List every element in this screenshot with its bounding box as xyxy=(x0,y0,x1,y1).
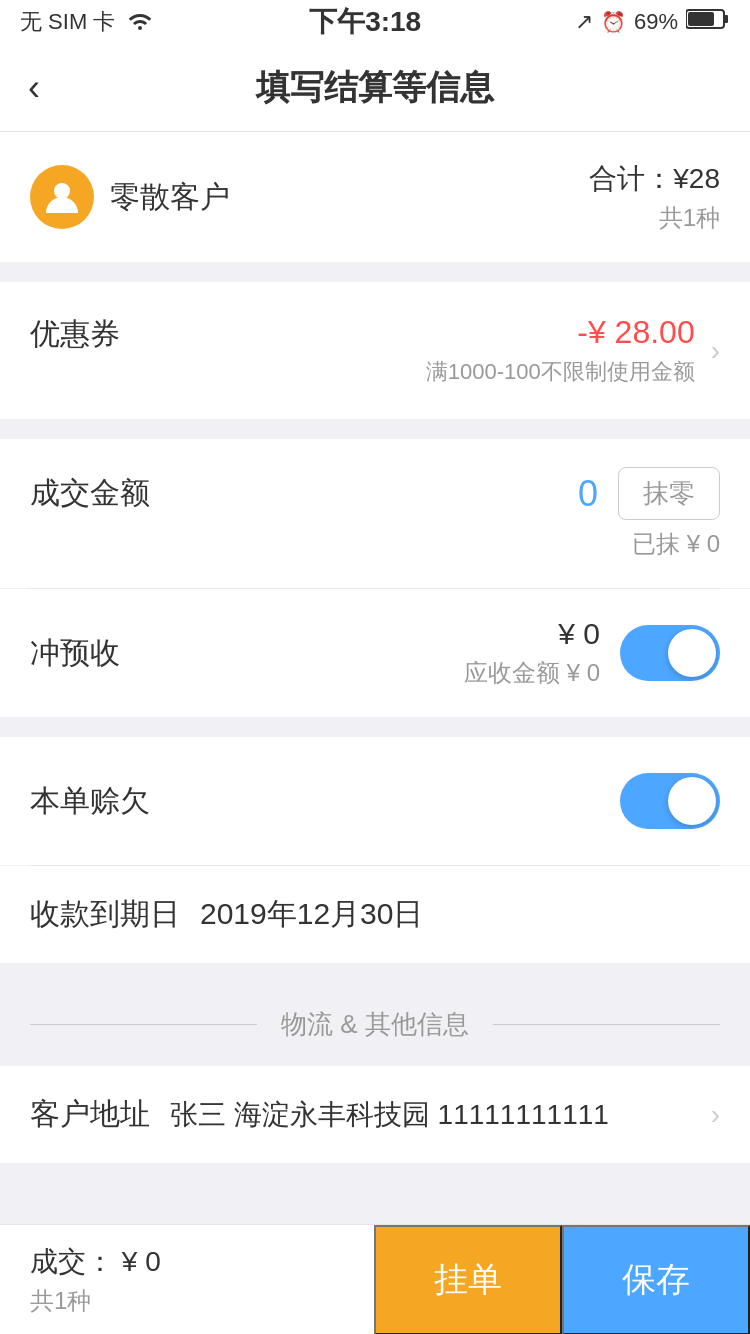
battery-icon xyxy=(686,8,730,36)
content-area: 零散客户 合计：¥28 共1种 优惠券 -¥ 28.00 满1000-100不限… xyxy=(0,132,750,1303)
prereceive-right: ¥ 0 应收金额 ¥ 0 xyxy=(464,617,720,689)
customer-count: 共1种 xyxy=(589,202,720,234)
prereceive-label: 冲预收 xyxy=(30,633,120,674)
wifi-icon xyxy=(125,8,155,36)
prereceive-amount: ¥ 0 xyxy=(464,617,600,651)
divider-1 xyxy=(0,262,750,282)
divider-3 xyxy=(0,717,750,737)
coupon-row[interactable]: 优惠券 -¥ 28.00 满1000-100不限制使用金额 › xyxy=(0,282,750,419)
nav-bar: ‹ 填写结算等信息 xyxy=(0,44,750,132)
customer-section: 零散客户 合计：¥28 共1种 xyxy=(0,132,750,262)
bottom-deal-label: 成交： xyxy=(30,1246,114,1277)
logistics-line-left xyxy=(30,1024,257,1025)
prereceive-values: ¥ 0 应收金额 ¥ 0 xyxy=(464,617,600,689)
battery-label: 69% xyxy=(634,9,678,35)
amount-row: 成交金额 0 抹零 xyxy=(30,467,720,520)
divider-4 xyxy=(0,963,750,983)
hang-order-button[interactable]: 挂单 xyxy=(374,1225,562,1335)
prereceive-sub: 应收金额 ¥ 0 xyxy=(464,657,600,689)
prereceive-toggle[interactable] xyxy=(620,625,720,681)
bottom-bar: 成交： ¥ 0 共1种 挂单 保存 xyxy=(0,1224,750,1334)
coupon-right: -¥ 28.00 满1000-100不限制使用金额 › xyxy=(426,314,720,387)
bottom-info: 成交： ¥ 0 共1种 xyxy=(0,1243,374,1317)
amount-section: 成交金额 0 抹零 已抹 ¥ 0 xyxy=(0,439,750,588)
alarm-icon: ⏰ xyxy=(601,10,626,34)
customer-total: 合计：¥28 xyxy=(589,160,720,198)
duedate-label: 收款到期日 xyxy=(30,894,180,935)
toggle-knob xyxy=(668,629,716,677)
svg-rect-2 xyxy=(688,12,714,26)
customer-avatar xyxy=(30,165,94,229)
duedate-row: 收款到期日 2019年12月30日 xyxy=(30,894,720,935)
debit-toggle-knob xyxy=(668,777,716,825)
svg-point-3 xyxy=(54,183,70,199)
address-label: 客户地址 xyxy=(30,1094,150,1135)
duedate-value: 2019年12月30日 xyxy=(200,894,423,935)
status-bar: 无 SIM 卡 下午3:18 ↗ ⏰ 69% xyxy=(0,0,750,44)
sim-label: 无 SIM 卡 xyxy=(20,7,115,37)
amount-right: 0 抹零 xyxy=(578,467,720,520)
bottom-deal-value: ¥ 0 xyxy=(122,1246,161,1277)
coupon-chevron: › xyxy=(711,335,720,367)
customer-name: 零散客户 xyxy=(110,177,230,218)
coupon-label: 优惠券 xyxy=(30,314,120,355)
logistics-header: 物流 & 其他信息 xyxy=(0,983,750,1066)
bottom-deal: 成交： ¥ 0 xyxy=(30,1243,344,1281)
divider-5 xyxy=(0,1163,750,1183)
prereceive-section: 冲预收 ¥ 0 应收金额 ¥ 0 xyxy=(0,589,750,717)
logistics-title: 物流 & 其他信息 xyxy=(257,1007,493,1042)
status-time: 下午3:18 xyxy=(309,3,421,41)
status-left: 无 SIM 卡 xyxy=(20,7,155,37)
address-value: 张三 海淀永丰科技园 11111111111 xyxy=(170,1096,691,1134)
amount-sub: 已抹 ¥ 0 xyxy=(30,528,720,560)
back-button[interactable]: ‹ xyxy=(28,67,40,109)
address-section[interactable]: 客户地址 张三 海淀永丰科技园 11111111111 › xyxy=(0,1066,750,1163)
save-button[interactable]: 保存 xyxy=(562,1225,750,1335)
bottom-count: 共1种 xyxy=(30,1285,344,1317)
round-zero-button[interactable]: 抹零 xyxy=(618,467,720,520)
amount-value: 0 xyxy=(578,473,598,515)
debit-toggle[interactable] xyxy=(620,773,720,829)
duedate-section: 收款到期日 2019年12月30日 xyxy=(0,866,750,963)
debit-label: 本单赊欠 xyxy=(30,781,150,822)
logistics-line-right xyxy=(493,1024,720,1025)
coupon-desc: 满1000-100不限制使用金额 xyxy=(426,357,695,387)
divider-2 xyxy=(0,419,750,439)
customer-left: 零散客户 xyxy=(30,165,230,229)
location-icon: ↗ xyxy=(575,9,593,35)
svg-rect-1 xyxy=(724,15,728,23)
status-right: ↗ ⏰ 69% xyxy=(575,8,730,36)
amount-label: 成交金额 xyxy=(30,473,150,514)
page-title: 填写结算等信息 xyxy=(256,65,494,111)
customer-right: 合计：¥28 共1种 xyxy=(589,160,720,234)
coupon-discount: -¥ 28.00 xyxy=(426,314,695,351)
debit-section: 本单赊欠 xyxy=(0,737,750,865)
address-chevron: › xyxy=(711,1099,720,1131)
